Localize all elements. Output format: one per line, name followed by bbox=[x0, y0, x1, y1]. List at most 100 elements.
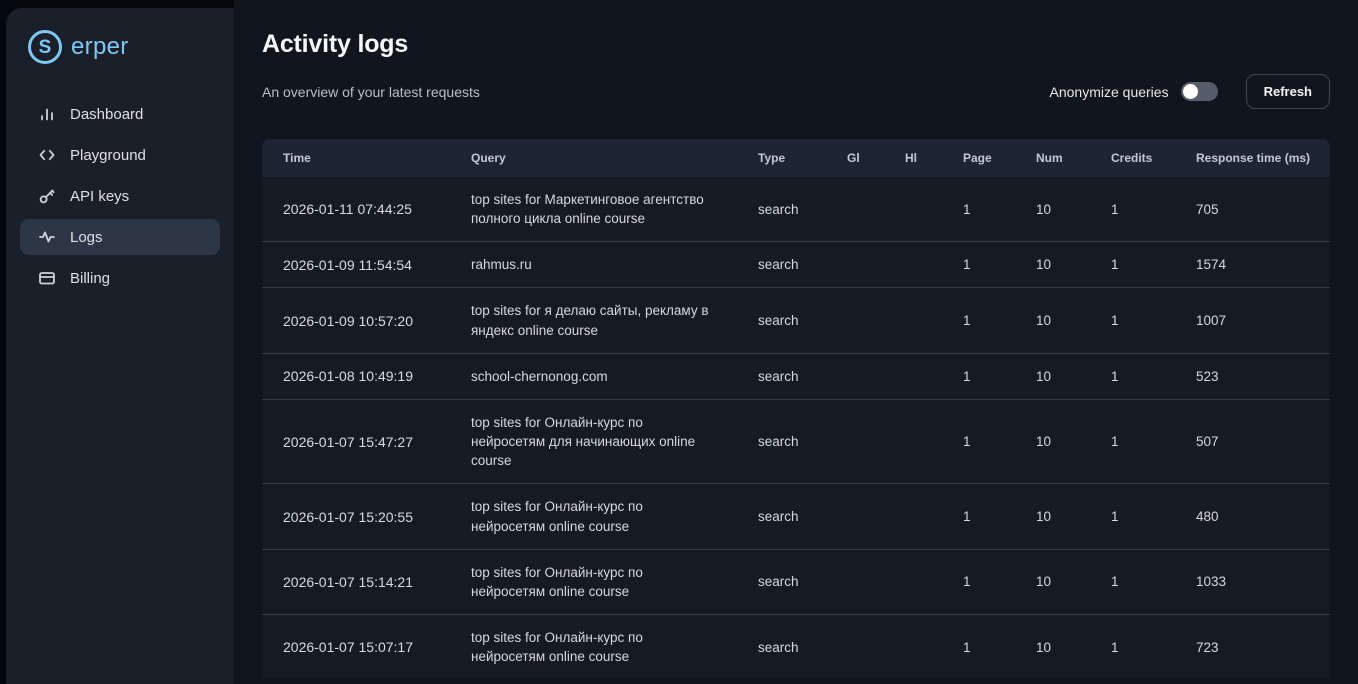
table-row: 2026-01-08 10:49:19 school-chernonog.com s… bbox=[262, 352, 1330, 399]
cell-time: 2026-01-07 15:07:17 bbox=[283, 639, 413, 656]
sidebar-item-billing[interactable]: Billing bbox=[20, 260, 220, 296]
cell-time: 2026-01-08 10:49:19 bbox=[283, 368, 413, 385]
logo-letter: S bbox=[38, 36, 52, 58]
column-header-num: Num bbox=[1036, 151, 1063, 165]
code-icon bbox=[38, 146, 56, 164]
cell-credits: 1 bbox=[1111, 574, 1119, 590]
controls: Anonymize queries Refresh bbox=[1050, 74, 1330, 109]
column-header-gl: Gl bbox=[847, 151, 860, 165]
sidebar-item-label: Dashboard bbox=[70, 105, 144, 123]
table-row: 2026-01-11 07:44:25 top sites for Маркети… bbox=[262, 177, 1330, 241]
cell-credits: 1 bbox=[1111, 368, 1119, 384]
logo-text: erper bbox=[71, 33, 129, 60]
cell-num: 10 bbox=[1036, 368, 1052, 384]
sidebar-item-label: Billing bbox=[70, 269, 111, 287]
cell-page: 1 bbox=[963, 574, 971, 590]
sidebar-item-label: API keys bbox=[70, 187, 130, 205]
cell-query: top sites for Онлайн-курс по нейросетям … bbox=[471, 630, 643, 665]
cell-credits: 1 bbox=[1111, 313, 1119, 329]
logo-s-icon: S bbox=[28, 30, 62, 64]
cell-type: search bbox=[758, 574, 799, 590]
cell-type: search bbox=[758, 201, 799, 217]
cell-type: search bbox=[758, 639, 799, 655]
column-header-query: Query bbox=[471, 151, 506, 165]
cell-query: rahmus.ru bbox=[471, 257, 532, 273]
column-header-type: Type bbox=[758, 151, 786, 165]
cell-num: 10 bbox=[1036, 313, 1052, 329]
refresh-button[interactable]: Refresh bbox=[1245, 74, 1330, 109]
activity-logs-table: Time Query Type Gl Hl Page Num Credits R… bbox=[262, 139, 1330, 680]
credit-card-icon bbox=[38, 269, 56, 287]
cell-query: top sites for Онлайн-курс по нейросетям … bbox=[471, 499, 643, 534]
cell-type: search bbox=[758, 257, 799, 273]
cell-response_ms: 1007 bbox=[1196, 313, 1227, 329]
subheader-row: An overview of your latest requests Anon… bbox=[262, 74, 1330, 109]
anonymize-toggle[interactable] bbox=[1180, 82, 1218, 101]
app: S erper Dashboard Playground API keys Lo… bbox=[0, 0, 1358, 684]
cell-response_ms: 723 bbox=[1196, 639, 1219, 655]
cell-time: 2026-01-11 07:44:25 bbox=[283, 201, 412, 218]
cell-query: top sites for я делаю сайты, рекламу в я… bbox=[471, 303, 709, 338]
cell-response_ms: 1574 bbox=[1196, 257, 1227, 273]
anonymize-group: Anonymize queries bbox=[1050, 82, 1218, 101]
cell-page: 1 bbox=[963, 434, 971, 450]
page-subtitle: An overview of your latest requests bbox=[262, 83, 480, 100]
cell-time: 2026-01-09 11:54:54 bbox=[283, 256, 412, 273]
key-icon bbox=[38, 187, 56, 205]
sidebar: S erper Dashboard Playground API keys Lo… bbox=[6, 8, 234, 684]
table-row: 2026-01-07 15:20:55 top sites for Онлайн-… bbox=[262, 483, 1330, 548]
table-row: 2026-01-07 15:47:27 top sites for Онлайн-… bbox=[262, 398, 1330, 483]
brand-logo[interactable]: S erper bbox=[6, 8, 234, 90]
cell-time: 2026-01-09 10:57:20 bbox=[283, 312, 413, 329]
cell-page: 1 bbox=[963, 201, 971, 217]
cell-credits: 1 bbox=[1111, 257, 1119, 273]
cell-num: 10 bbox=[1036, 257, 1052, 273]
table-row: 2026-01-09 11:54:54 rahmus.ru search 1 10 1 15… bbox=[262, 241, 1330, 287]
table-body: 2026-01-11 07:44:25 top sites for Маркети… bbox=[262, 177, 1330, 679]
cell-query: top sites for Онлайн-курс по нейросетям … bbox=[471, 414, 696, 469]
table-row: 2026-01-07 15:14:21 top sites for Онлайн-… bbox=[262, 548, 1330, 614]
cell-num: 10 bbox=[1036, 574, 1052, 590]
cell-page: 1 bbox=[963, 313, 971, 329]
cell-num: 10 bbox=[1036, 201, 1052, 217]
cell-time: 2026-01-07 15:20:55 bbox=[283, 508, 413, 525]
cell-time: 2026-01-07 15:47:27 bbox=[283, 433, 413, 450]
cell-credits: 1 bbox=[1111, 434, 1119, 450]
column-header-hl: Hl bbox=[905, 151, 917, 165]
cell-credits: 1 bbox=[1111, 639, 1119, 655]
cell-type: search bbox=[758, 434, 799, 450]
sidebar-item-dashboard[interactable]: Dashboard bbox=[20, 96, 220, 132]
cell-num: 10 bbox=[1036, 639, 1052, 655]
cell-time: 2026-01-07 15:14:21 bbox=[283, 573, 413, 590]
sidebar-item-playground[interactable]: Playground bbox=[20, 137, 220, 173]
cell-page: 1 bbox=[963, 257, 971, 273]
activity-icon bbox=[38, 228, 56, 246]
sidebar-item-api-keys[interactable]: API keys bbox=[20, 178, 220, 214]
cell-num: 10 bbox=[1036, 434, 1052, 450]
table-header-row: Time Query Type Gl Hl Page Num Credits R… bbox=[262, 139, 1330, 177]
cell-type: search bbox=[758, 368, 799, 384]
cell-response_ms: 705 bbox=[1196, 201, 1219, 217]
cell-response_ms: 523 bbox=[1196, 368, 1219, 384]
main-content: Activity logs An overview of your latest… bbox=[234, 0, 1358, 684]
cell-credits: 1 bbox=[1111, 509, 1119, 525]
cell-type: search bbox=[758, 509, 799, 525]
column-header-credits: Credits bbox=[1111, 151, 1153, 165]
cell-query: top sites for Онлайн-курс по нейросетям … bbox=[471, 564, 643, 599]
sidebar-item-label: Playground bbox=[70, 146, 146, 164]
cell-query: top sites for Маркетинговое агентство по… bbox=[471, 192, 704, 227]
sidebar-item-label: Logs bbox=[70, 228, 103, 246]
cell-response_ms: 480 bbox=[1196, 509, 1219, 525]
cell-page: 1 bbox=[963, 509, 971, 525]
sidebar-item-logs[interactable]: Logs bbox=[20, 219, 220, 255]
page-title: Activity logs bbox=[262, 30, 409, 58]
anonymize-label: Anonymize queries bbox=[1049, 83, 1169, 100]
cell-credits: 1 bbox=[1111, 201, 1119, 217]
column-header-response-time: Response time (ms) bbox=[1196, 151, 1311, 165]
sidebar-nav: Dashboard Playground API keys Logs Billi… bbox=[6, 90, 234, 296]
cell-num: 10 bbox=[1036, 509, 1052, 525]
cell-query: school-chernonog.com bbox=[471, 368, 608, 384]
cell-type: search bbox=[758, 313, 799, 329]
table-row: 2026-01-07 15:07:17 top sites for Онлайн-… bbox=[262, 614, 1330, 679]
column-header-time: Time bbox=[283, 151, 311, 165]
